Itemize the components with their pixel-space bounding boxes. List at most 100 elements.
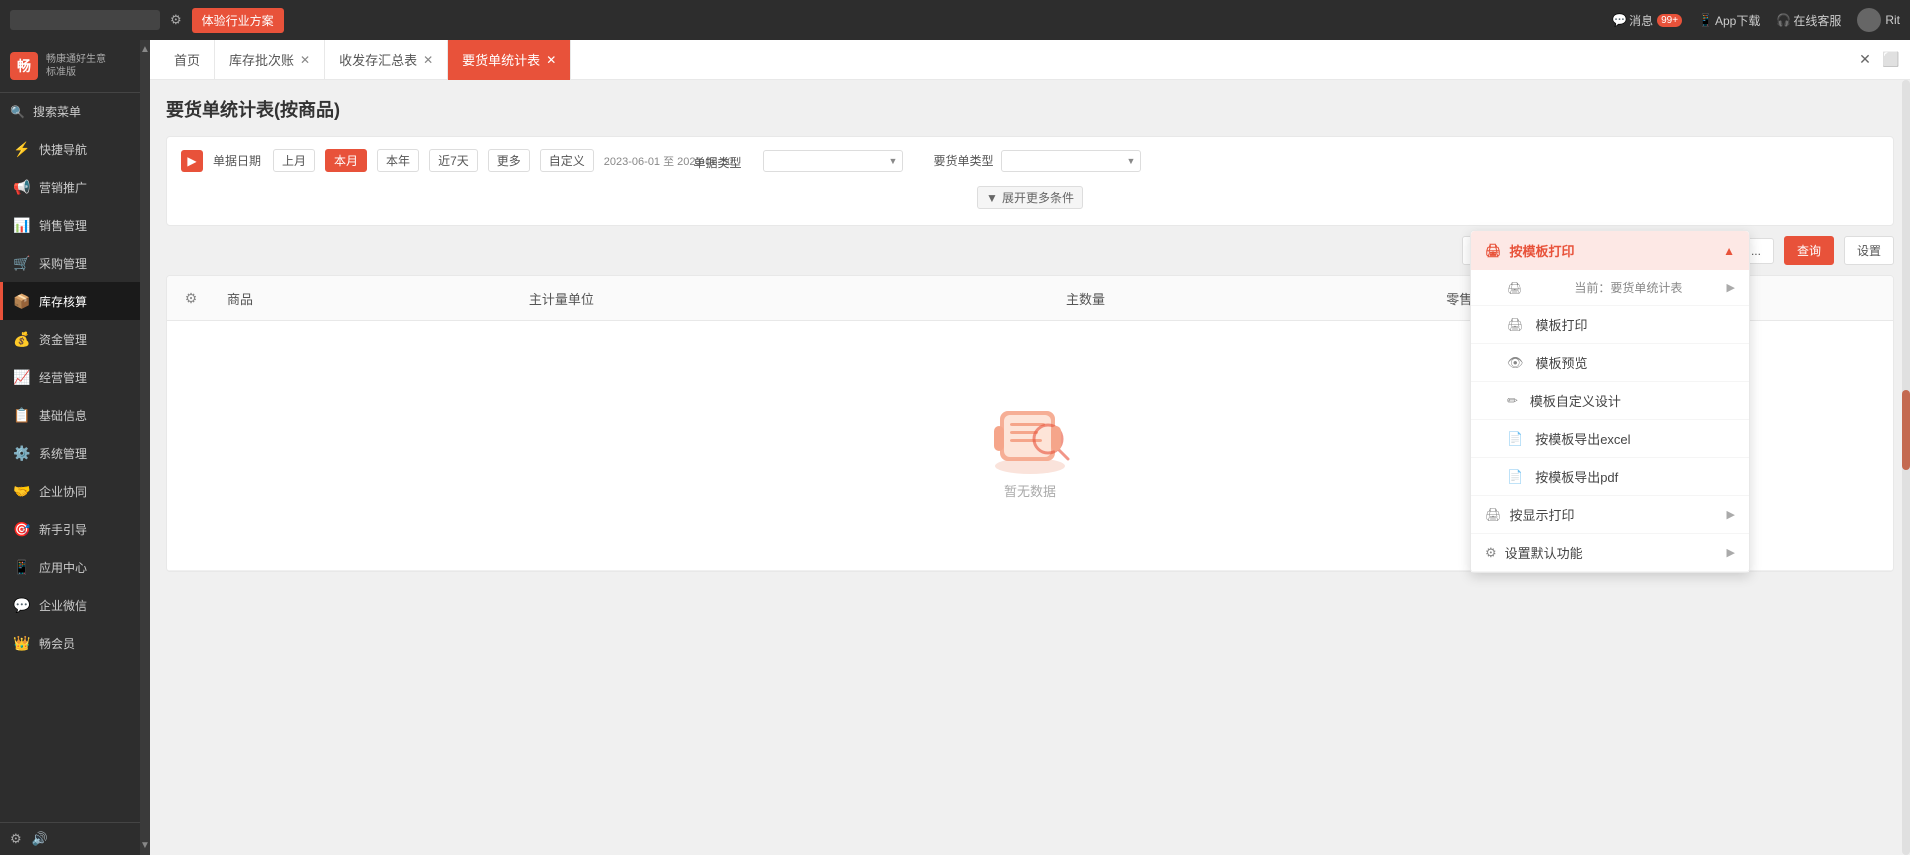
top-search-input[interactable] — [10, 10, 160, 30]
sidebar-bottom: ⚙ 🔊 — [0, 822, 140, 855]
template-preview-icon: 👁 — [1507, 355, 1524, 371]
sidebar-item-system[interactable]: ⚙️ 系统管理 — [0, 434, 140, 472]
current-label-chevron: ▶ — [1727, 281, 1735, 294]
sidebar-item-quick-nav[interactable]: ⚡ 快捷导航 — [0, 130, 140, 168]
date-more-btn[interactable]: 更多 — [488, 149, 530, 172]
dropdown-item-template-preview[interactable]: 👁 模板预览 — [1471, 344, 1749, 382]
app-name: 畅康通好生意 标准版 — [46, 53, 106, 79]
window-maximize-btn[interactable]: ⬜ — [1882, 51, 1900, 69]
dropdown-item-set-default[interactable]: ⚙ 设置默认功能 ▶ — [1471, 534, 1749, 572]
settings-gear-icon[interactable]: ⚙ — [170, 12, 182, 28]
sidebar-item-sales[interactable]: 📊 销售管理 — [0, 206, 140, 244]
bill-type-wrapper: 单据类型 — [763, 150, 903, 172]
expand-conditions-btn[interactable]: ▼ 展开更多条件 — [977, 186, 1083, 209]
table-col-unit: 主计量单位 — [517, 276, 1054, 321]
table-col-quantity: 主数量 — [1054, 276, 1434, 321]
goods-col-select[interactable] — [1001, 150, 1141, 172]
tab-home[interactable]: 首页 — [160, 40, 215, 80]
sidebar-search-menu[interactable]: 🔍 搜索菜单 — [0, 93, 140, 130]
newbie-icon: 🎯 — [13, 520, 31, 538]
operations-icon: 📈 — [13, 368, 31, 386]
dropdown-collapse-arrow[interactable]: ▲ — [1723, 244, 1735, 258]
wechat-icon: 💬 — [13, 596, 31, 614]
top-bar-right: 💬 消息 99+ 📱 App下载 🎧 在线客服 Rit — [1612, 8, 1900, 32]
display-print-icon: 🖨 — [1485, 507, 1502, 523]
window-close-btn[interactable]: ✕ — [1856, 51, 1874, 69]
phone-icon: 📱 — [1698, 13, 1713, 27]
experience-btn[interactable]: 体验行业方案 — [192, 8, 284, 33]
dropdown-item-export-pdf[interactable]: 📄 按模板导出pdf — [1471, 458, 1749, 496]
sidebar-item-enterprise[interactable]: 🤝 企业协同 — [0, 472, 140, 510]
apps-icon: 📱 — [13, 558, 31, 576]
dropdown-item-template-print[interactable]: 🖨 模板打印 — [1471, 306, 1749, 344]
tab-order-summary[interactable]: 要货单统计表 ✕ — [448, 40, 571, 80]
member-icon: 👑 — [13, 634, 31, 652]
sidebar-item-member[interactable]: 👑 畅会员 — [0, 624, 140, 662]
date-this-month-btn[interactable]: 本月 — [325, 149, 367, 172]
dropdown-panel: 🖨 按模板打印 ▲ 🖨 当前：要货单统计表 ▶ 🖨 模板打印 👁 模板预览 — [1470, 230, 1750, 573]
table-settings-icon[interactable]: ⚙ — [179, 286, 203, 310]
tab-collection-summary[interactable]: 收发存汇总表 ✕ — [325, 40, 448, 80]
tab-bar: 首页 库存批次账 ✕ 收发存汇总表 ✕ 要货单统计表 ✕ ✕ ⬜ — [150, 40, 1910, 80]
chevron-right-icon-1: ▶ — [1727, 508, 1735, 521]
dropdown-item-template-design[interactable]: ✏ 模板自定义设计 — [1471, 382, 1749, 420]
page-content: 要货单统计表(按商品) ▶ 单据日期 上月 本月 本年 近7天 更多 自定义 2… — [150, 80, 1910, 855]
current-template-icon: 🖨 — [1507, 281, 1522, 295]
goods-col-filter: 要货单类型 — [933, 150, 1141, 172]
tab-batch-account-close[interactable]: ✕ — [300, 54, 310, 66]
dropdown-item-export-excel[interactable]: 📄 按模板导出excel — [1471, 420, 1749, 458]
sidebar-item-finance[interactable]: 💰 资金管理 — [0, 320, 140, 358]
purchase-icon: 🛒 — [13, 254, 31, 272]
dropdown-header: 🖨 按模板打印 ▲ — [1471, 231, 1749, 270]
bell-icon: 💬 — [1612, 13, 1627, 27]
date-custom-btn[interactable]: 自定义 — [540, 149, 594, 172]
sidebar-audio-icon[interactable]: 🔊 — [32, 831, 48, 847]
tab-window-controls: ✕ ⬜ — [1856, 51, 1900, 69]
enterprise-icon: 🤝 — [13, 482, 31, 500]
app-logo-icon: 畅 — [10, 52, 38, 80]
sidebar-gear-icon[interactable]: ⚙ — [10, 831, 22, 847]
username-label: Rit — [1885, 13, 1900, 27]
sales-icon: 📊 — [13, 216, 31, 234]
empty-illustration — [980, 391, 1080, 481]
dropdown-title: 🖨 按模板打印 — [1485, 241, 1575, 260]
sidebar-scrollbar[interactable]: ▲ ▼ — [140, 40, 150, 855]
export-excel-icon: 📄 — [1507, 431, 1523, 447]
sidebar-item-apps[interactable]: 📱 应用中心 — [0, 548, 140, 586]
scrollbar-thumb — [1902, 390, 1910, 470]
headset-icon: 🎧 — [1776, 13, 1791, 27]
date-7days-btn[interactable]: 近7天 — [429, 149, 478, 172]
sidebar-item-newbie[interactable]: 🎯 新手引导 — [0, 510, 140, 548]
online-service[interactable]: 🎧 在线客服 — [1776, 12, 1841, 29]
filter-toggle-btn[interactable]: ▶ — [181, 150, 203, 172]
sidebar-item-purchase[interactable]: 🛒 采购管理 — [0, 244, 140, 282]
dropdown-item-display-print[interactable]: 🖨 按显示打印 ▶ — [1471, 496, 1749, 534]
top-bar: ⚙ 体验行业方案 💬 消息 99+ 📱 App下载 🎧 在线客服 Rit — [0, 0, 1910, 40]
inventory-icon: 📦 — [13, 292, 31, 310]
tab-collection-summary-close[interactable]: ✕ — [423, 54, 433, 66]
tab-order-summary-close[interactable]: ✕ — [546, 54, 556, 66]
tab-batch-account[interactable]: 库存批次账 ✕ — [215, 40, 325, 80]
sidebar-item-operations[interactable]: 📈 经营管理 — [0, 358, 140, 396]
right-scrollbar[interactable] — [1902, 80, 1910, 855]
finance-icon: 💰 — [13, 330, 31, 348]
user-avatar[interactable]: Rit — [1857, 8, 1900, 32]
basic-icon: 📋 — [13, 406, 31, 424]
sidebar-item-basic[interactable]: 📋 基础信息 — [0, 396, 140, 434]
query-btn[interactable]: 查询 — [1784, 236, 1834, 265]
template-design-icon: ✏ — [1507, 393, 1518, 409]
sidebar-logo: 畅 畅康通好生意 标准版 — [0, 40, 140, 93]
notification-badge: 99+ — [1657, 14, 1682, 27]
date-last-month-btn[interactable]: 上月 — [273, 149, 315, 172]
settings-btn[interactable]: 设置 — [1844, 236, 1894, 265]
sidebar-item-marketing[interactable]: 📢 营销推广 — [0, 168, 140, 206]
filter-row-1: ▶ 单据日期 上月 本月 本年 近7天 更多 自定义 2023-06-01 至 … — [181, 149, 1879, 172]
sidebar-item-wechat[interactable]: 💬 企业微信 — [0, 586, 140, 624]
date-this-year-btn[interactable]: 本年 — [377, 149, 419, 172]
dropdown-current-label[interactable]: 🖨 当前：要货单统计表 ▶ — [1471, 270, 1749, 306]
bill-type-select[interactable] — [763, 150, 903, 172]
notification-item[interactable]: 💬 消息 99+ — [1612, 12, 1682, 29]
app-download[interactable]: 📱 App下载 — [1698, 12, 1760, 29]
sidebar-item-inventory[interactable]: 📦 库存核算 — [0, 282, 140, 320]
expand-conditions-row: ▼ 展开更多条件 — [181, 182, 1879, 213]
